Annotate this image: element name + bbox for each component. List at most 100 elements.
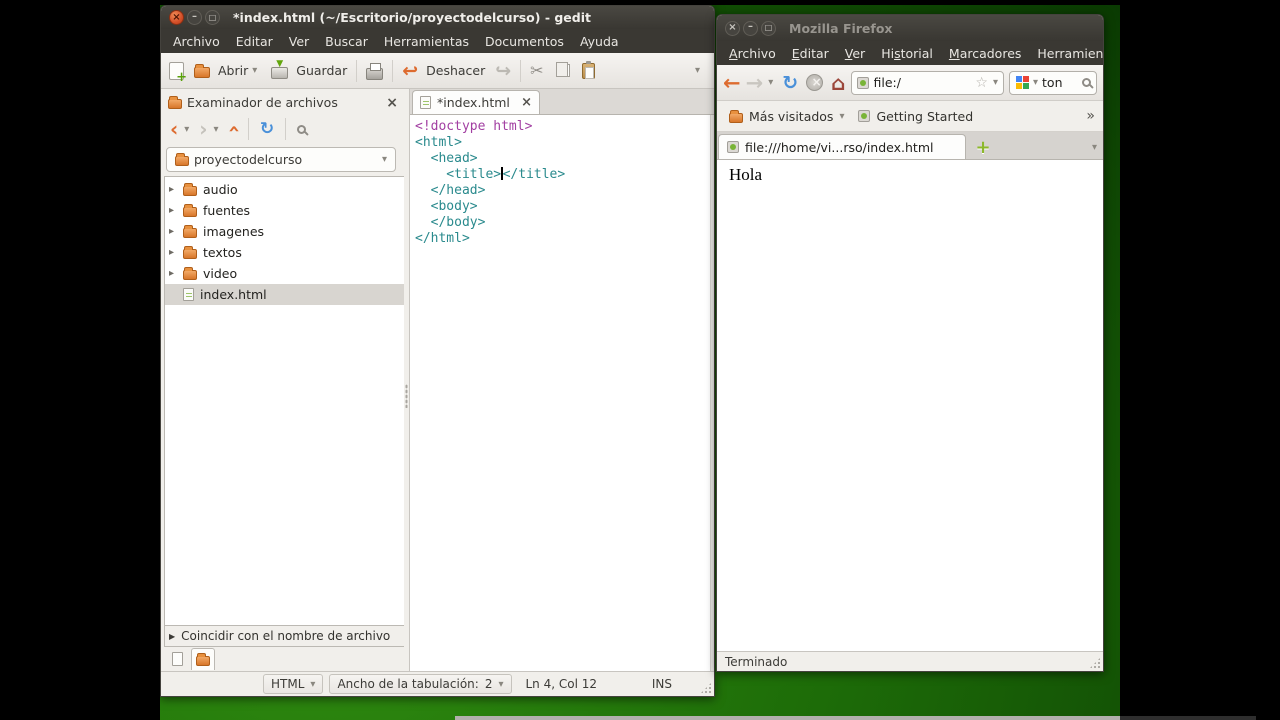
html-file-icon [183,288,194,301]
forward-button[interactable] [746,71,764,95]
refresh-button[interactable] [260,119,274,139]
page-content[interactable]: Hola [717,160,1103,651]
tree-folder-video[interactable]: video [165,263,404,284]
home-button[interactable] [831,71,845,95]
text-editor[interactable]: <!doctype html> <html> <head> <title> </ti… [410,115,714,671]
code-line[interactable]: </body> [415,215,710,231]
tree-folder-fuentes[interactable]: fuentes [165,200,404,221]
search-button[interactable] [297,124,307,134]
menu-item-ver[interactable]: Ver [837,43,873,64]
menu-item-marcadores[interactable]: Marcadores [941,43,1030,64]
documents-panel-tab[interactable] [165,648,189,670]
redo-button[interactable] [495,60,511,82]
menu-item-documentos[interactable]: Documentos [477,31,572,52]
undo-button[interactable] [402,60,418,82]
back-button[interactable] [723,71,741,95]
minimize-button[interactable] [743,20,758,36]
language-selector[interactable]: HTML [263,674,324,694]
menu-item-herramientas[interactable]: Herramientas [1029,43,1103,64]
file-browser-panel-tab[interactable] [191,648,215,670]
expand-triangle-icon[interactable] [169,226,177,237]
new-tab-button[interactable] [972,137,994,157]
code-line[interactable]: </html> [415,231,710,247]
search-text[interactable]: ton [1042,75,1078,90]
back-dropdown[interactable] [184,124,189,135]
close-button[interactable] [169,10,184,25]
tab-close-button[interactable] [521,95,532,110]
maximize-button[interactable] [761,20,776,36]
code-line[interactable]: <body> [415,199,710,215]
url-dropdown[interactable] [993,77,998,88]
new-document-button[interactable] [169,61,187,85]
code-line[interactable]: <head> [415,151,710,167]
location-dropdown[interactable]: proyectodelcurso [166,147,396,172]
menu-item-editar[interactable]: Editar [784,43,837,64]
tree-folder-audio[interactable]: audio [165,179,404,200]
tree-folder-imagenes[interactable]: imagenes [165,221,404,242]
open-dropdown[interactable] [252,65,257,76]
panel-tab-switcher [164,647,404,671]
resize-grip[interactable] [700,682,712,694]
tree-folder-textos[interactable]: textos [165,242,404,263]
close-icon [728,23,736,33]
expand-triangle-icon[interactable] [169,184,177,195]
code-line[interactable]: <html> [415,135,710,151]
gedit-titlebar[interactable]: *index.html (~/Escritorio/proyectodelcur… [161,6,714,29]
expand-triangle-icon[interactable] [169,268,177,279]
bookmark-item[interactable]: Getting Started [854,107,977,126]
firefox-titlebar[interactable]: Mozilla Firefox [717,15,1103,41]
open-button[interactable] [194,63,210,78]
maximize-button[interactable] [205,10,220,25]
tab-list-dropdown[interactable] [1092,142,1097,153]
paste-button[interactable] [581,60,595,79]
toolbar-overflow-dropdown[interactable] [695,65,700,76]
url-text[interactable]: file:/ [874,75,971,90]
menu-item-ayuda[interactable]: Ayuda [572,31,627,52]
code-line[interactable]: <!doctype html> [415,119,710,135]
save-button[interactable] [271,59,289,79]
bookmarks-overflow-button[interactable] [1086,108,1095,124]
menu-item-archivo[interactable]: Archivo [165,31,228,52]
forward-dropdown[interactable] [214,124,219,135]
tab-width-selector[interactable]: Ancho de la tabulación: 2 [329,674,512,694]
up-button[interactable] [229,122,237,136]
url-bar[interactable]: file:/ [850,70,1004,95]
code-line[interactable]: </head> [415,183,710,199]
menu-item-editar[interactable]: Editar [228,31,281,52]
editor-scrollbar[interactable] [710,115,714,671]
cut-button[interactable] [530,61,543,80]
browser-tab[interactable]: file:///home/vi...rso/index.html [718,134,966,159]
stop-button[interactable] [806,74,824,91]
open-button-label[interactable]: Abrir [218,63,248,78]
minimize-button[interactable] [187,10,202,25]
expand-triangle-icon[interactable] [169,247,177,258]
match-filename-expander[interactable]: Coincidir con el nombre de archivo [164,626,404,647]
print-button[interactable] [366,62,384,80]
panel-splitter[interactable] [404,89,409,671]
reload-button[interactable] [782,72,798,94]
document-tab[interactable]: *index.html [412,90,540,114]
save-button-label[interactable]: Guardar [296,63,347,78]
bookmark-star-icon[interactable] [975,75,988,91]
undo-button-label[interactable]: Deshacer [426,63,485,78]
code-content[interactable]: <!doctype html> <html> <head> <title> </ti… [410,115,710,671]
close-button[interactable] [725,20,740,36]
code-line[interactable]: <title> </title> [415,167,710,183]
forward-button[interactable] [199,122,207,136]
bookmark-item[interactable]: Más visitados [725,107,848,126]
panel-close-button[interactable] [386,95,398,111]
copy-button[interactable] [555,62,570,77]
resize-grip[interactable] [1089,657,1101,669]
back-button[interactable] [170,122,178,136]
expand-triangle-icon[interactable] [169,205,177,216]
menu-item-archivo[interactable]: Archivo [721,43,784,64]
tree-file-index-html[interactable]: index.html [165,284,404,305]
menu-item-historial[interactable]: Historial [873,43,941,64]
menu-item-ver[interactable]: Ver [281,31,317,52]
history-dropdown[interactable] [768,77,773,88]
menu-item-buscar[interactable]: Buscar [317,31,376,52]
search-box[interactable]: ton [1009,70,1097,95]
search-engine-dropdown[interactable] [1033,77,1038,88]
menu-item-herramientas[interactable]: Herramientas [376,31,477,52]
search-go-button[interactable] [1082,78,1091,87]
